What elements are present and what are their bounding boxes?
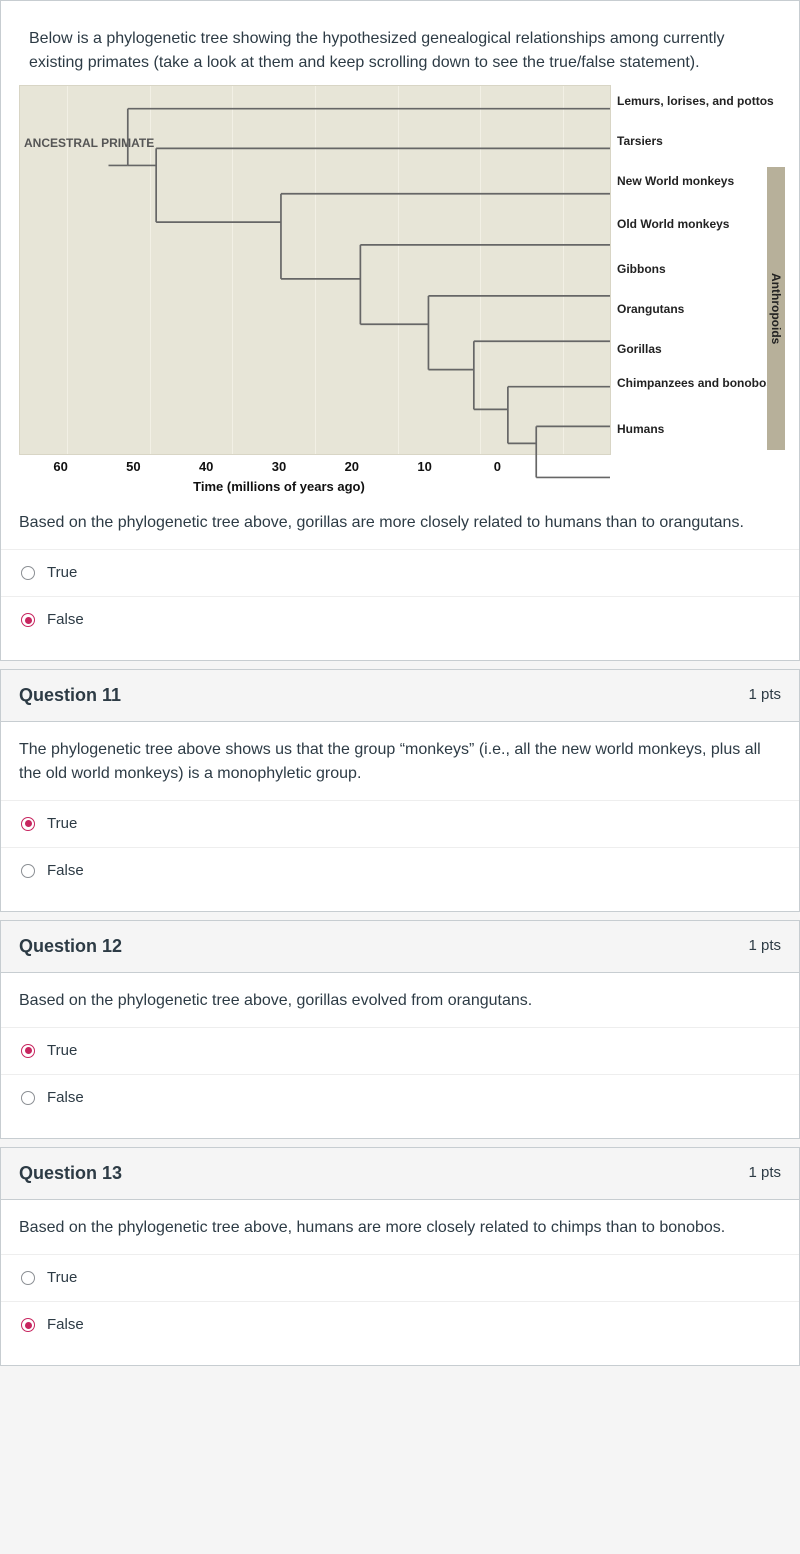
- answer-label: False: [47, 1314, 84, 1337]
- tree-svg: [20, 86, 610, 506]
- radio-icon[interactable]: [21, 1044, 35, 1058]
- leaf-gibbons: Gibbons: [617, 263, 666, 276]
- leaf-chimps: Chimpanzees and bonobos: [617, 377, 773, 390]
- answer-true[interactable]: True: [1, 801, 799, 849]
- x-tick: 10: [417, 457, 431, 477]
- answer-false[interactable]: False: [1, 1302, 799, 1349]
- answer-false[interactable]: False: [1, 848, 799, 895]
- question-intro: Below is a phylogenetic tree showing the…: [29, 27, 771, 75]
- question-title: Question 13: [19, 1160, 122, 1187]
- question-points: 1 pts: [748, 935, 781, 958]
- answer-label: True: [47, 1267, 77, 1290]
- question-11-text: The phylogenetic tree above shows us tha…: [19, 738, 781, 786]
- phylogenetic-tree-figure: ANCESTRAL PRIMATE: [19, 85, 781, 497]
- radio-icon[interactable]: [21, 566, 35, 580]
- answer-false[interactable]: False: [1, 597, 799, 644]
- answer-label: True: [47, 1040, 77, 1063]
- leaf-humans: Humans: [617, 423, 664, 436]
- answer-true[interactable]: True: [1, 1028, 799, 1076]
- question-title: Question 12: [19, 933, 122, 960]
- answer-label: False: [47, 1087, 84, 1110]
- question-12-card: Question 12 1 pts Based on the phylogene…: [0, 920, 800, 1139]
- question-10-card: Below is a phylogenetic tree showing the…: [0, 0, 800, 661]
- x-tick: 0: [494, 457, 501, 477]
- radio-icon[interactable]: [21, 613, 35, 627]
- x-tick: 30: [272, 457, 286, 477]
- x-tick: 50: [126, 457, 140, 477]
- question-13-answers: True False: [1, 1254, 799, 1349]
- leaf-owm: Old World monkeys: [617, 218, 729, 231]
- answer-true[interactable]: True: [1, 1255, 799, 1303]
- x-tick: 20: [345, 457, 359, 477]
- answer-label: False: [47, 860, 84, 883]
- leaf-lemurs: Lemurs, lorises, and pottos: [617, 95, 774, 108]
- x-tick: 60: [53, 457, 67, 477]
- question-13-card: Question 13 1 pts Based on the phylogene…: [0, 1147, 800, 1366]
- question-points: 1 pts: [748, 1162, 781, 1185]
- x-tick: 40: [199, 457, 213, 477]
- answer-false[interactable]: False: [1, 1075, 799, 1122]
- question-12-text: Based on the phylogenetic tree above, go…: [19, 989, 781, 1013]
- radio-icon[interactable]: [21, 1271, 35, 1285]
- answer-label: True: [47, 562, 77, 585]
- question-points: 1 pts: [748, 684, 781, 707]
- radio-icon[interactable]: [21, 864, 35, 878]
- anthropoids-bracket: Anthropoids: [767, 167, 785, 450]
- leaf-nwm: New World monkeys: [617, 175, 734, 188]
- radio-icon[interactable]: [21, 1091, 35, 1105]
- radio-icon[interactable]: [21, 817, 35, 831]
- answer-label: False: [47, 609, 84, 632]
- leaf-gorillas: Gorillas: [617, 343, 662, 356]
- question-13-text: Based on the phylogenetic tree above, hu…: [19, 1216, 781, 1240]
- question-10-answers: True False: [1, 549, 799, 644]
- question-11-answers: True False: [1, 800, 799, 895]
- question-title: Question 11: [19, 682, 121, 709]
- leaf-orang: Orangutans: [617, 303, 684, 316]
- question-12-answers: True False: [1, 1027, 799, 1122]
- leaf-tarsiers: Tarsiers: [617, 135, 663, 148]
- question-11-card: Question 11 1 pts The phylogenetic tree …: [0, 669, 800, 912]
- answer-true[interactable]: True: [1, 550, 799, 598]
- radio-icon[interactable]: [21, 1318, 35, 1332]
- answer-label: True: [47, 813, 77, 836]
- question-10-text: Based on the phylogenetic tree above, go…: [19, 511, 781, 535]
